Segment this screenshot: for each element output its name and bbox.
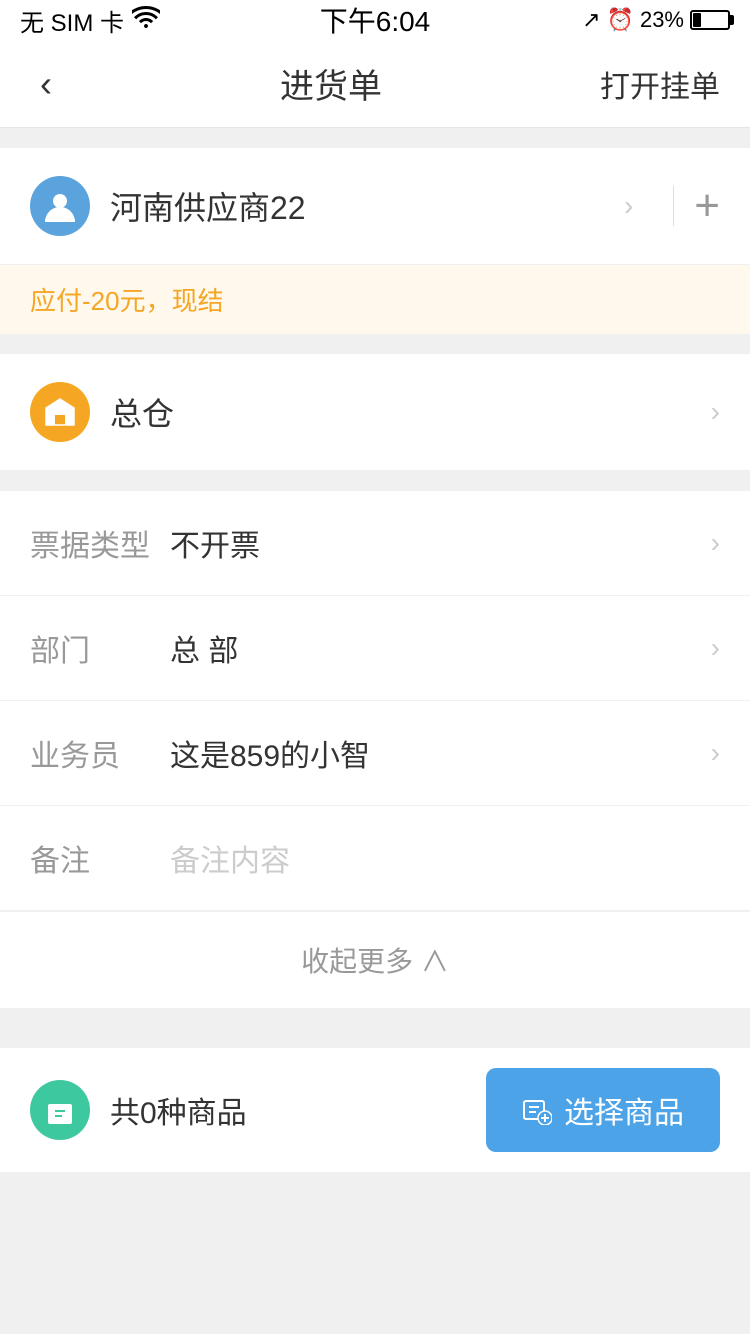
product-count-text: 共0种商品 — [110, 1088, 486, 1132]
battery-percent: 23% — [640, 7, 684, 33]
remark-row[interactable]: 备注 备注内容 — [0, 806, 750, 911]
back-button[interactable]: ‹ — [30, 53, 62, 115]
form-section: 票据类型 不开票 › 部门 总 部 › 业务员 这是859的小智 › 备注 备注… — [0, 491, 750, 1008]
salesperson-chevron-icon: › — [711, 737, 720, 769]
location-icon: ↗ — [582, 7, 600, 33]
remark-input[interactable]: 备注内容 — [170, 836, 720, 880]
warehouse-chevron-icon: › — [711, 396, 720, 428]
notice-bar: 应付-20元，现结 — [0, 265, 750, 334]
department-row[interactable]: 部门 总 部 › — [0, 596, 750, 701]
add-supplier-button[interactable]: + — [694, 184, 720, 228]
department-chevron-icon: › — [711, 632, 720, 664]
open-pending-button[interactable]: 打开挂单 — [600, 62, 720, 106]
status-bar: 无 SIM 卡 下午6:04 ↗ ⏰ 23% — [0, 0, 750, 40]
remark-label: 备注 — [30, 836, 170, 880]
warehouse-icon — [43, 395, 77, 429]
supplier-avatar — [30, 176, 90, 236]
department-label: 部门 — [30, 626, 170, 670]
salesperson-label: 业务员 — [30, 731, 170, 775]
warehouse-icon-circle — [30, 382, 90, 442]
supplier-name: 河南供应商22 — [110, 183, 624, 229]
supplier-chevron-icon: › — [624, 190, 633, 222]
department-value: 总 部 — [170, 626, 701, 670]
user-icon — [42, 188, 78, 224]
bottom-bar: 共0种商品 选择商品 — [0, 1048, 750, 1172]
shopping-bag-icon — [42, 1092, 78, 1128]
invoice-type-value: 不开票 — [170, 521, 701, 565]
wifi-icon — [132, 6, 160, 35]
invoice-type-label: 票据类型 — [30, 521, 170, 565]
salesperson-row[interactable]: 业务员 这是859的小智 › — [0, 701, 750, 806]
section-divider-1 — [0, 128, 750, 148]
section-divider-4 — [0, 1008, 750, 1028]
select-product-label: 选择商品 — [564, 1088, 684, 1132]
section-divider-2 — [0, 334, 750, 354]
carrier-text: 无 SIM 卡 — [20, 3, 124, 38]
battery-icon — [690, 10, 730, 30]
vertical-divider — [673, 186, 674, 226]
page-title: 进货单 — [280, 59, 382, 108]
status-right: ↗ ⏰ 23% — [582, 7, 730, 33]
add-product-icon — [522, 1095, 552, 1125]
invoice-type-row[interactable]: 票据类型 不开票 › — [0, 491, 750, 596]
supplier-section: 河南供应商22 › + 应付-20元，现结 — [0, 148, 750, 334]
status-left: 无 SIM 卡 — [20, 3, 160, 38]
collapse-button[interactable]: 收起更多 ∧ — [0, 911, 750, 1008]
product-cart-icon-circle — [30, 1080, 90, 1140]
section-divider-3 — [0, 471, 750, 491]
alarm-icon: ⏰ — [607, 7, 634, 33]
warehouse-row[interactable]: 总仓 › — [0, 354, 750, 471]
status-time: 下午6:04 — [320, 0, 431, 40]
nav-bar: ‹ 进货单 打开挂单 — [0, 40, 750, 128]
invoice-chevron-icon: › — [711, 527, 720, 559]
notice-text: 应付-20元，现结 — [30, 286, 224, 316]
select-product-button[interactable]: 选择商品 — [486, 1068, 720, 1152]
supplier-row[interactable]: 河南供应商22 › + — [0, 148, 750, 265]
salesperson-value: 这是859的小智 — [170, 731, 701, 775]
warehouse-name: 总仓 — [110, 389, 701, 435]
